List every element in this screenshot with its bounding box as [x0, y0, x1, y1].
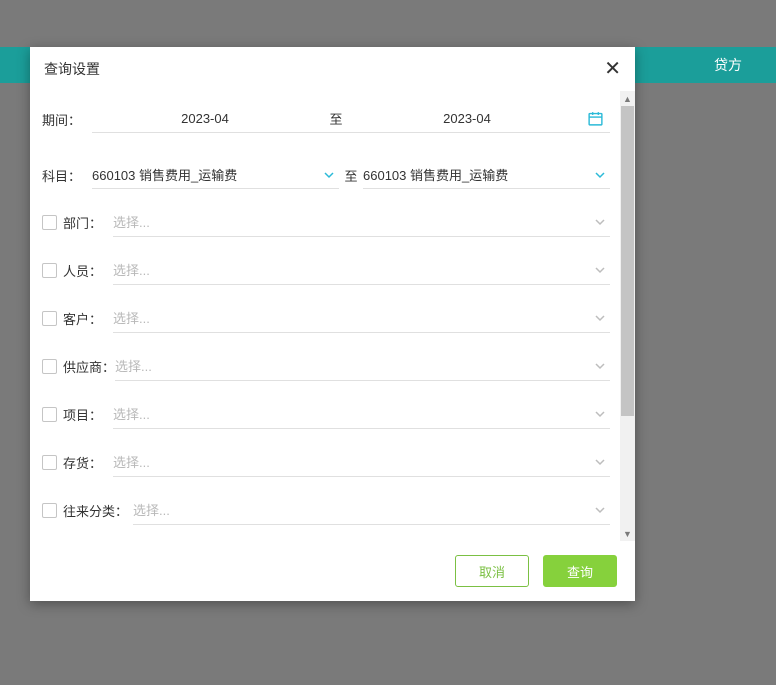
inventory-placeholder: 选择...: [113, 452, 150, 471]
project-placeholder: 选择...: [113, 404, 150, 423]
calendar-icon[interactable]: [580, 105, 610, 133]
customer-label: 客户：: [63, 309, 107, 328]
period-separator: 至: [318, 105, 354, 133]
chevron-down-icon: [594, 264, 606, 276]
department-label: 部门：: [63, 213, 107, 232]
customer-select[interactable]: 选择...: [113, 303, 610, 333]
query-button[interactable]: 查询: [543, 555, 617, 587]
subject-label: 科目：: [42, 166, 92, 185]
query-button-label: 查询: [567, 562, 593, 581]
period-from-field[interactable]: 2023-04: [92, 105, 318, 133]
inventory-row: 存货： 选择...: [42, 447, 610, 477]
scroll-up-icon[interactable]: ▲: [620, 91, 635, 106]
chevron-down-icon: [323, 169, 335, 181]
arap-class-label: 往来分类：: [63, 501, 133, 520]
subject-from-select[interactable]: 660103 销售费用_运输费: [92, 161, 339, 189]
period-to-field[interactable]: 2023-04: [354, 105, 580, 133]
chevron-down-icon: [594, 504, 606, 516]
supplier-checkbox[interactable]: [42, 359, 57, 374]
chevron-down-icon: [594, 169, 606, 181]
period-label: 期间：: [42, 110, 92, 129]
modal-body-container: 期间： 2023-04 至 2023-04: [30, 91, 635, 541]
supplier-label: 供应商：: [63, 357, 115, 376]
scrollbar-track[interactable]: ▲ ▼: [620, 91, 635, 541]
customer-row: 客户： 选择...: [42, 303, 610, 333]
project-checkbox[interactable]: [42, 407, 57, 422]
supplier-placeholder: 选择...: [115, 356, 152, 375]
subject-row: 科目： 660103 销售费用_运输费 至 660103 销售费用_运输费: [42, 161, 610, 189]
inventory-checkbox[interactable]: [42, 455, 57, 470]
arap-class-row: 往来分类： 选择...: [42, 495, 610, 525]
subject-from-value: 660103 销售费用_运输费: [92, 165, 237, 184]
modal-body: 期间： 2023-04 至 2023-04: [30, 91, 620, 541]
personnel-row: 人员： 选择...: [42, 255, 610, 285]
period-to-value: 2023-04: [443, 111, 491, 126]
project-row: 项目： 选择...: [42, 399, 610, 429]
customer-placeholder: 选择...: [113, 308, 150, 327]
chevron-down-icon: [594, 360, 606, 372]
cancel-button[interactable]: 取消: [455, 555, 529, 587]
project-label: 项目：: [63, 405, 107, 424]
modal-header: 查询设置 ✕: [30, 47, 635, 91]
inventory-select[interactable]: 选择...: [113, 447, 610, 477]
project-select[interactable]: 选择...: [113, 399, 610, 429]
subject-to-select[interactable]: 660103 销售费用_运输费: [363, 161, 610, 189]
scrollbar-thumb[interactable]: [621, 106, 634, 416]
chevron-down-icon: [594, 216, 606, 228]
cancel-button-label: 取消: [479, 562, 505, 581]
chevron-down-icon: [594, 312, 606, 324]
subject-to-value: 660103 销售费用_运输费: [363, 165, 508, 184]
department-row: 部门： 选择...: [42, 207, 610, 237]
arap-class-checkbox[interactable]: [42, 503, 57, 518]
supplier-row: 供应商： 选择...: [42, 351, 610, 381]
chevron-down-icon: [594, 408, 606, 420]
credit-column-header: 贷方: [714, 55, 742, 75]
customer-checkbox[interactable]: [42, 311, 57, 326]
department-select[interactable]: 选择...: [113, 207, 610, 237]
close-icon[interactable]: ✕: [604, 59, 621, 79]
chevron-down-icon: [594, 456, 606, 468]
query-settings-modal: 查询设置 ✕ 期间： 2023-04 至 2023-04: [30, 47, 635, 601]
modal-title: 查询设置: [44, 59, 100, 79]
supplier-select[interactable]: 选择...: [115, 351, 610, 381]
arap-class-select[interactable]: 选择...: [133, 495, 610, 525]
personnel-label: 人员：: [63, 261, 107, 280]
subject-separator: 至: [339, 161, 363, 189]
personnel-checkbox[interactable]: [42, 263, 57, 278]
department-placeholder: 选择...: [113, 212, 150, 231]
personnel-placeholder: 选择...: [113, 260, 150, 279]
scroll-down-icon[interactable]: ▼: [620, 526, 635, 541]
period-from-value: 2023-04: [181, 111, 229, 126]
period-row: 期间： 2023-04 至 2023-04: [42, 105, 610, 133]
department-checkbox[interactable]: [42, 215, 57, 230]
inventory-label: 存货：: [63, 453, 107, 472]
arap-class-placeholder: 选择...: [133, 500, 170, 519]
personnel-select[interactable]: 选择...: [113, 255, 610, 285]
modal-footer: 取消 查询: [30, 541, 635, 601]
